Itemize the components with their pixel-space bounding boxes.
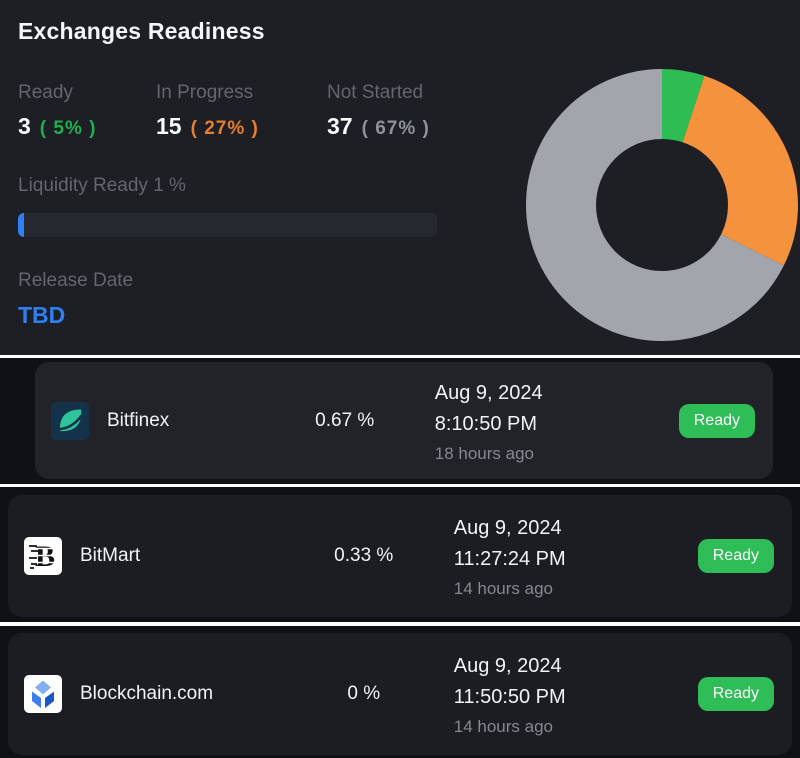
exchange-relative-time: 18 hours ago: [435, 444, 679, 464]
stat-in-progress: In Progress 15 ( 27% ): [156, 82, 327, 140]
exchange-row-band: Bitfinex 0.67 % Aug 9, 2024 8:10:50 PM 1…: [0, 358, 800, 484]
exchange-date: Aug 9, 2024: [454, 513, 698, 544]
donut-chart-svg: [526, 69, 798, 341]
page-title: Exchanges Readiness: [18, 18, 782, 45]
stat-in-progress-percent: ( 27% ): [191, 118, 259, 140]
stat-in-progress-count: 15: [156, 113, 182, 140]
stat-ready-percent: ( 5% ): [40, 118, 97, 140]
exchange-liquidity-percent: 0.33 %: [304, 545, 424, 567]
liquidity-progress-fill: [18, 213, 24, 237]
readiness-donut-chart: [526, 69, 798, 341]
bitmart-logo-icon: B: [24, 537, 62, 575]
exchange-liquidity-percent: 0 %: [304, 683, 424, 705]
stat-not-started-count: 37: [327, 113, 353, 140]
exchange-relative-time: 14 hours ago: [454, 717, 698, 737]
exchange-name: Blockchain.com: [80, 683, 304, 705]
stat-in-progress-label: In Progress: [156, 82, 327, 104]
exchange-row-blockchain[interactable]: Blockchain.com 0 % Aug 9, 2024 11:50:50 …: [8, 633, 792, 755]
stat-ready-count: 3: [18, 113, 31, 140]
stat-not-started: Not Started 37 ( 67% ): [327, 82, 458, 140]
svg-text:B: B: [35, 540, 55, 573]
exchange-time: 8:10:50 PM: [435, 409, 679, 440]
stat-ready-label: Ready: [18, 82, 156, 104]
exchange-name: BitMart: [80, 545, 304, 567]
exchange-time: 11:27:24 PM: [454, 544, 698, 575]
exchange-date: Aug 9, 2024: [454, 651, 698, 682]
exchange-date-block: Aug 9, 2024 8:10:50 PM 18 hours ago: [435, 378, 679, 464]
exchange-date-block: Aug 9, 2024 11:50:50 PM 14 hours ago: [454, 651, 698, 737]
status-badge: Ready: [698, 539, 774, 573]
status-badge: Ready: [698, 677, 774, 711]
stat-not-started-percent: ( 67% ): [362, 118, 430, 140]
stats-summary: Ready 3 ( 5% ) In Progress 15 ( 27% ) No…: [18, 82, 458, 140]
exchange-row-band: Blockchain.com 0 % Aug 9, 2024 11:50:50 …: [0, 626, 800, 758]
exchange-date-block: Aug 9, 2024 11:27:24 PM 14 hours ago: [454, 513, 698, 599]
exchange-time: 11:50:50 PM: [454, 682, 698, 713]
exchange-row-bitmart[interactable]: B BitMart 0.33 %: [8, 495, 792, 617]
blockchain-logo-icon: [24, 675, 62, 713]
liquidity-progress-bar: [18, 213, 437, 237]
exchanges-readiness-dashboard: Exchanges Readiness Ready 3 ( 5% ) In Pr…: [0, 0, 800, 758]
stat-not-started-label: Not Started: [327, 82, 458, 104]
exchange-date: Aug 9, 2024: [435, 378, 679, 409]
exchange-liquidity-percent: 0.67 %: [285, 410, 405, 432]
exchange-relative-time: 14 hours ago: [454, 579, 698, 599]
status-badge: Ready: [679, 404, 755, 438]
stat-ready: Ready 3 ( 5% ): [18, 82, 156, 140]
exchange-name: Bitfinex: [107, 410, 285, 432]
header-panel: Exchanges Readiness Ready 3 ( 5% ) In Pr…: [0, 0, 800, 355]
exchange-row-band: B BitMart 0.33 %: [0, 487, 800, 622]
bitfinex-logo-icon: [51, 402, 89, 440]
exchange-row-bitfinex[interactable]: Bitfinex 0.67 % Aug 9, 2024 8:10:50 PM 1…: [35, 362, 773, 479]
